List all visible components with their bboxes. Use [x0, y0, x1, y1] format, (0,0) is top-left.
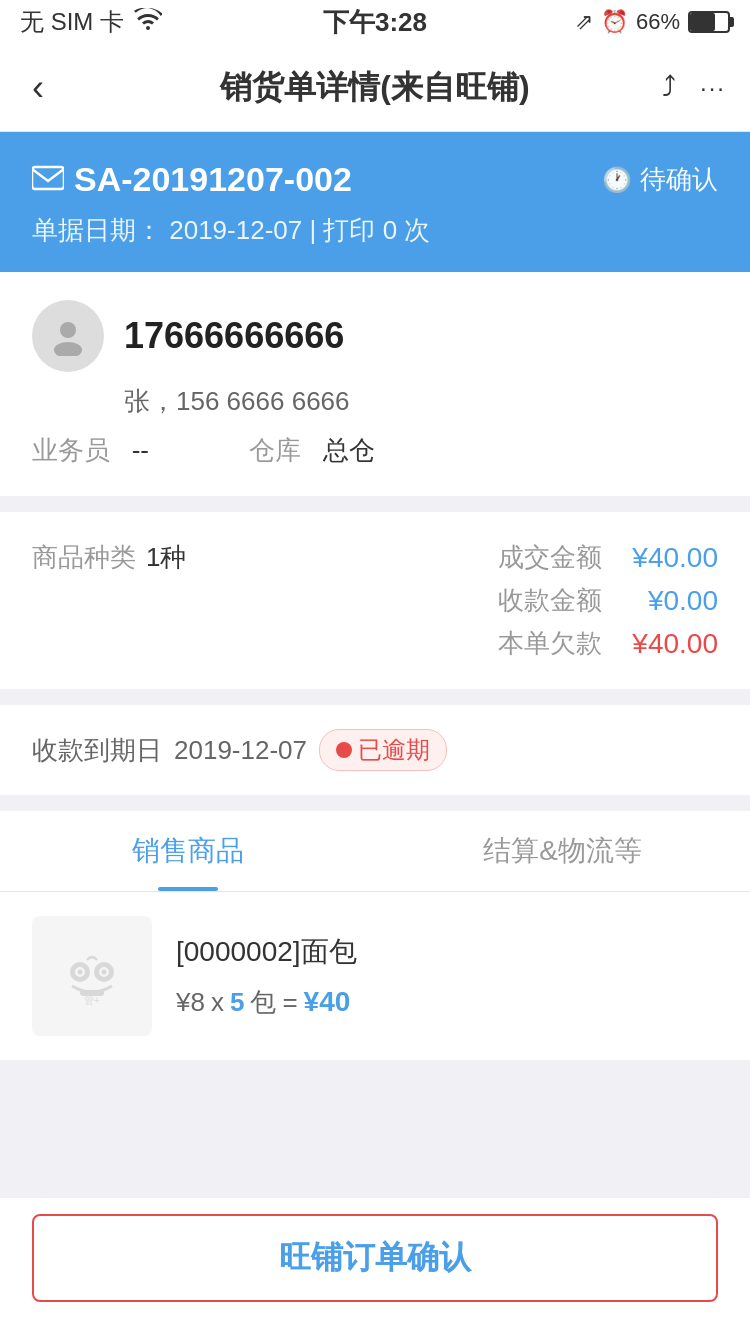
svg-point-2: [54, 342, 82, 356]
customer-row: 17666666666: [32, 300, 718, 372]
nav-bar: ‹ 销货单详情(来自旺铺) ⤴ ···: [0, 44, 750, 132]
overdue-dot-icon: [336, 742, 352, 758]
status-clock-icon: 🕐: [602, 166, 632, 194]
due-section: 收款到期日 2019-12-07 已逾期: [0, 705, 750, 795]
svg-point-8: [102, 970, 107, 975]
status-bar-time: 下午3:28: [323, 5, 427, 40]
order-header-card: SA-20191207-002 🕐 待确认 单据日期： 2019-12-07 |…: [0, 132, 750, 272]
battery-percent: 66%: [636, 9, 680, 35]
more-button[interactable]: ···: [700, 74, 726, 102]
customer-meta: 业务员 -- 仓库 总仓: [32, 433, 718, 468]
product-thumbnail: 管+: [32, 916, 152, 1036]
nav-actions: ⤴ ···: [662, 72, 726, 104]
tab-section: 销售商品 结算&物流等 管+ [0000002]面包: [0, 811, 750, 1060]
location-icon: ⇗: [575, 9, 593, 35]
tab-sales-goods[interactable]: 销售商品: [0, 811, 375, 891]
svg-rect-0: [32, 167, 64, 189]
payment-amount-value: ¥0.00: [618, 585, 718, 617]
product-price-row: ¥8 x 5 包 = ¥40: [176, 985, 718, 1020]
bottom-action-bar: 旺铺订单确认: [0, 1198, 750, 1334]
order-date-row: 单据日期： 2019-12-07 | 打印 0 次: [32, 213, 718, 248]
payment-amount-label: 收款金额: [482, 583, 602, 618]
product-name: [0000002]面包: [176, 933, 718, 971]
tab-settlement[interactable]: 结算&物流等: [375, 811, 750, 891]
deal-amount-row: 成交金额 ¥40.00: [482, 540, 718, 575]
salesman-label: 业务员: [32, 435, 110, 465]
product-item: 管+ [0000002]面包 ¥8 x 5 包 = ¥40: [0, 892, 750, 1060]
avatar: [32, 300, 104, 372]
amounts: 成交金额 ¥40.00 收款金额 ¥0.00 本单欠款 ¥40.00: [482, 540, 718, 661]
order-status: 🕐 待确认: [602, 162, 718, 197]
unit-value: 包: [250, 985, 276, 1020]
share-button[interactable]: ⤴: [662, 72, 676, 104]
owed-amount-row: 本单欠款 ¥40.00: [482, 626, 718, 661]
deal-amount-value: ¥40.00: [618, 542, 718, 574]
order-id-icon: [32, 160, 64, 199]
price-value: ¥8: [176, 987, 205, 1018]
deal-amount-label: 成交金额: [482, 540, 602, 575]
svg-point-1: [60, 322, 76, 338]
overdue-text: 已逾期: [358, 734, 430, 766]
owed-amount-value: ¥40.00: [618, 628, 718, 660]
status-bar-right: ⇗ ⏰ 66%: [575, 9, 730, 35]
carrier-text: 无 SIM 卡: [20, 6, 124, 38]
status-bar: 无 SIM 卡 下午3:28 ⇗ ⏰ 66%: [0, 0, 750, 44]
multiply-sign: x: [211, 987, 224, 1018]
wifi-icon: [134, 8, 162, 36]
owed-amount-label: 本单欠款: [482, 626, 602, 661]
page-title: 销货单详情(来自旺铺): [220, 66, 529, 110]
summary-section: 商品种类 1种 成交金额 ¥40.00 收款金额 ¥0.00 本单欠款 ¥40.…: [0, 512, 750, 689]
qty-value: 5: [230, 987, 244, 1018]
summary-row: 商品种类 1种 成交金额 ¥40.00 收款金额 ¥0.00 本单欠款 ¥40.…: [32, 540, 718, 661]
payment-amount-row: 收款金额 ¥0.00: [482, 583, 718, 618]
battery-icon: [688, 11, 730, 33]
total-value: ¥40: [304, 986, 351, 1018]
customer-name: 张，156 6666 6666: [124, 384, 718, 419]
warehouse-value: 总仓: [323, 435, 375, 465]
warehouse-label: 仓库: [249, 435, 301, 465]
due-date-label: 收款到期日: [32, 733, 162, 768]
overdue-badge: 已逾期: [319, 729, 447, 771]
back-button[interactable]: ‹: [24, 59, 52, 117]
salesman-value: --: [132, 435, 149, 465]
equals-sign: =: [282, 987, 297, 1018]
order-id-row: SA-20191207-002 🕐 待确认: [32, 160, 718, 199]
product-type: 商品种类 1种: [32, 540, 186, 575]
customer-section: 17666666666 张，156 6666 6666 业务员 -- 仓库 总仓: [0, 272, 750, 496]
confirm-order-button[interactable]: 旺铺订单确认: [32, 1214, 718, 1302]
alarm-icon: ⏰: [601, 9, 628, 35]
svg-point-7: [78, 970, 83, 975]
product-info: [0000002]面包 ¥8 x 5 包 = ¥40: [176, 933, 718, 1020]
customer-phone: 17666666666: [124, 315, 344, 357]
svg-text:管+: 管+: [84, 995, 100, 1006]
status-text: 待确认: [640, 162, 718, 197]
due-date-value: 2019-12-07: [174, 735, 307, 766]
tab-bar: 销售商品 结算&物流等: [0, 811, 750, 892]
order-id: SA-20191207-002: [32, 160, 352, 199]
status-bar-left: 无 SIM 卡: [20, 6, 162, 38]
